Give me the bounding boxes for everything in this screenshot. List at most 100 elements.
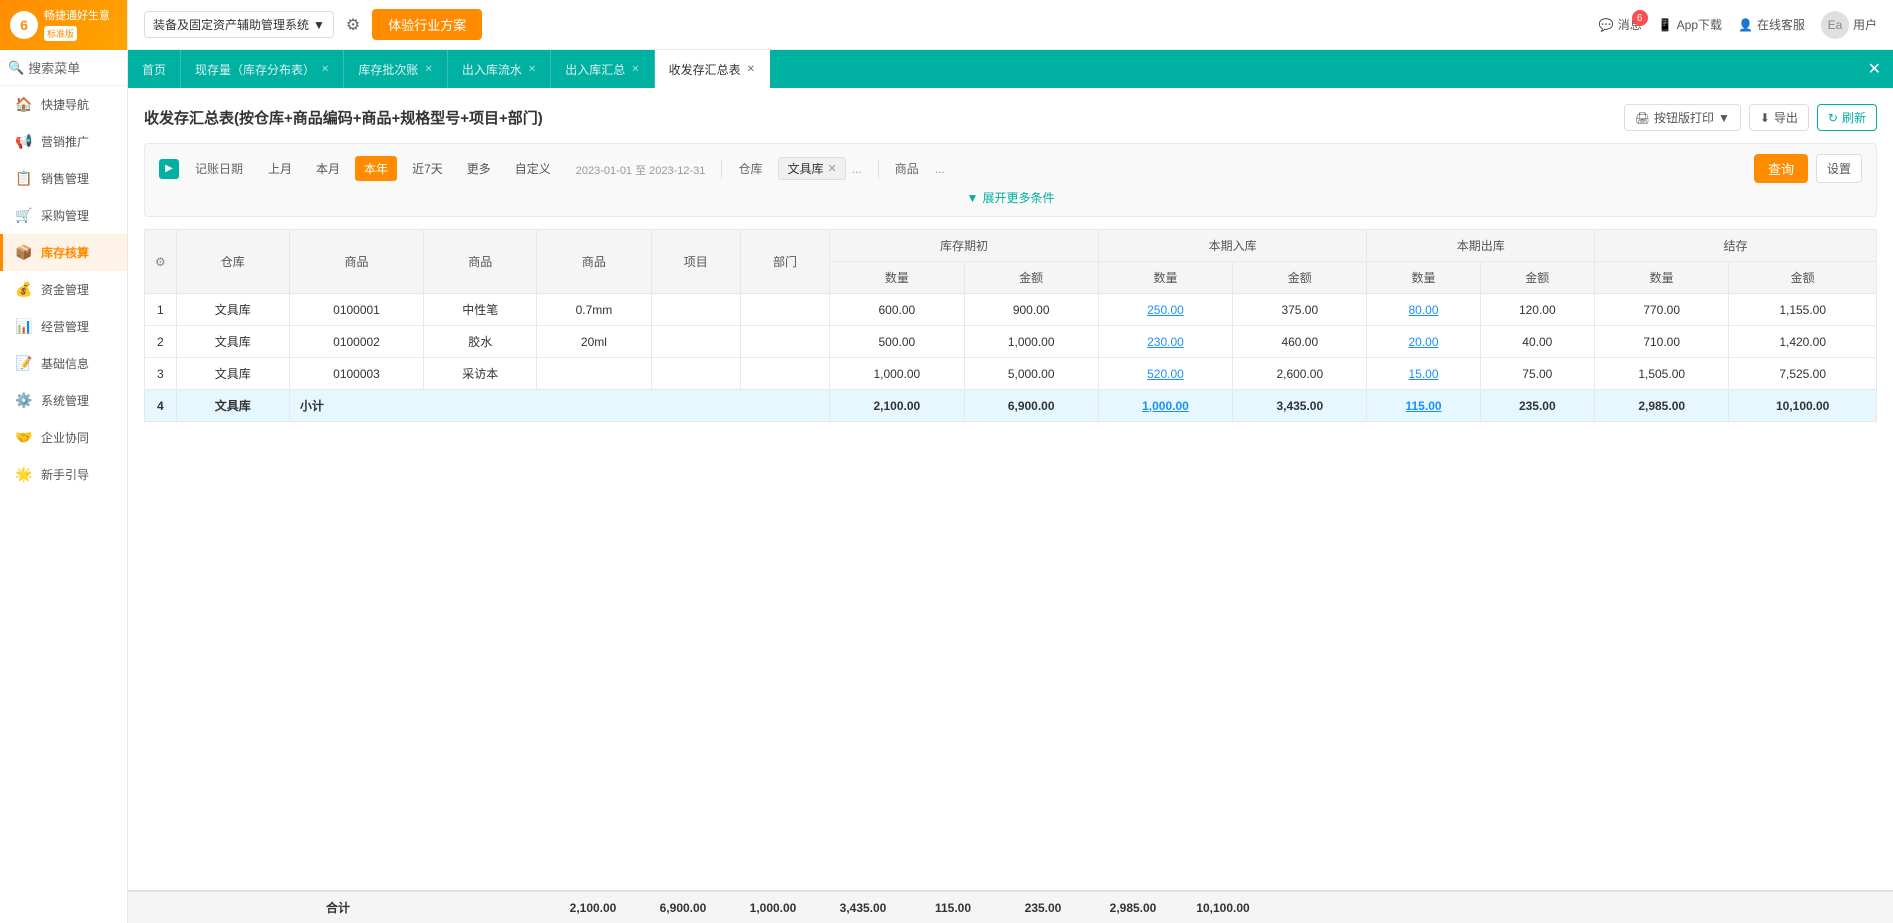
row-goods-spec	[537, 358, 651, 390]
subtotal-opening-qty: 2,100.00	[830, 390, 964, 422]
row-in-qty[interactable]: 520.00	[1098, 358, 1232, 390]
search-menu-item[interactable]: 🔍 搜索菜单	[0, 50, 127, 86]
expand-label: 展开更多条件	[982, 189, 1054, 206]
row-in-qty[interactable]: 230.00	[1098, 326, 1232, 358]
subtotal-no: 4	[145, 390, 177, 422]
total-nums: 2,100.00 6,900.00 1,000.00 3,435.00 115.…	[548, 901, 1893, 915]
col-in-period-header: 本期入库	[1098, 230, 1367, 262]
app-logo: 6	[10, 11, 38, 39]
goods-more[interactable]: ...	[935, 162, 945, 176]
online-service-item[interactable]: 👤 在线客服	[1738, 16, 1805, 33]
subtotal-row: 4 文具库 小计 2,100.00 6,900.00 1,000.00 3,43…	[145, 390, 1877, 422]
settings-icon[interactable]: ⚙	[346, 15, 360, 35]
query-button[interactable]: 查询	[1754, 154, 1808, 183]
sidebar-item-label: 经营管理	[41, 318, 89, 335]
col-in-qty-header: 数量	[1098, 262, 1232, 294]
tab-batch-account[interactable]: 库存批次账 ✕	[344, 50, 447, 88]
user-abbr: Ea	[1828, 18, 1843, 32]
row-closing-amt: 7,525.00	[1729, 358, 1877, 390]
tab-close-icon[interactable]: ✕	[424, 64, 432, 75]
sidebar-item-guide[interactable]: 🌟 新手引导	[0, 456, 127, 493]
date-btn-7days[interactable]: 近7天	[403, 156, 452, 181]
sidebar-item-cooperation[interactable]: 🤝 企业协同	[0, 419, 127, 456]
sidebar-item-marketing[interactable]: 📢 营销推广	[0, 123, 127, 160]
cooperation-icon: 🤝	[15, 429, 33, 446]
col-settings-header[interactable]: ⚙	[145, 230, 177, 294]
tab-label: 现存量（库存分布表）	[195, 61, 315, 78]
tab-in-out-summary[interactable]: 出入库汇总 ✕	[551, 50, 654, 88]
tab-inventory-dist[interactable]: 现存量（库存分布表） ✕	[181, 50, 344, 88]
filter-row-1: ▶ 记账日期 上月 本月 本年 近7天 更多 自定义 2023-01-01	[159, 154, 1862, 183]
table-settings-icon[interactable]: ⚙	[155, 255, 166, 269]
tab-close-icon[interactable]: ✕	[321, 64, 329, 75]
sidebar-item-label: 系统管理	[41, 392, 89, 409]
date-btn-this-year[interactable]: 本年	[355, 156, 397, 181]
tab-close-icon[interactable]: ✕	[747, 64, 755, 75]
subtotal-label: 小计	[289, 390, 829, 422]
app-download-item[interactable]: 📱 App下载	[1658, 16, 1722, 33]
sidebar-item-sales[interactable]: 📋 销售管理	[0, 160, 127, 197]
row-out-qty[interactable]: 80.00	[1367, 294, 1480, 326]
table-row: 1 文具库 0100001 中性笔 0.7mm 600.00 900.00 25…	[145, 294, 1877, 326]
date-btn-last-month[interactable]: 上月	[259, 156, 301, 181]
date-btn-custom[interactable]: 自定义	[506, 156, 560, 181]
tab-close-icon[interactable]: ✕	[631, 64, 639, 75]
subtotal-out-qty[interactable]: 115.00	[1367, 390, 1480, 422]
system-icon: ⚙️	[15, 392, 33, 409]
expand-icon: ▼	[967, 191, 979, 205]
total-opening-qty: 2,100.00	[548, 901, 638, 915]
warehouse-tag-remove[interactable]: ✕	[827, 162, 836, 175]
export-button[interactable]: ⬇ 导出	[1749, 104, 1809, 131]
sidebar-item-basic-info[interactable]: 📝 基础信息	[0, 345, 127, 382]
service-icon: 👤	[1738, 18, 1753, 32]
row-project	[651, 326, 740, 358]
sidebar: 6 畅捷通好生意 标准版 🔍 搜索菜单 🏠 快捷导航 📢 营销推广 📋 销售管理	[0, 0, 128, 923]
main-content: 装备及固定资产辅助管理系统 ▼ ⚙ 体验行业方案 💬 消息 6 📱 App下载 …	[128, 0, 1893, 923]
refresh-label: 刷新	[1842, 109, 1866, 126]
sidebar-item-inventory[interactable]: 📦 库存核算	[0, 234, 127, 271]
sidebar-item-purchase[interactable]: 🛒 采购管理	[0, 197, 127, 234]
row-warehouse: 文具库	[176, 358, 289, 390]
sidebar-item-label: 库存核算	[41, 244, 89, 261]
row-goods-spec: 0.7mm	[537, 294, 651, 326]
sidebar-item-finance[interactable]: 💰 资金管理	[0, 271, 127, 308]
sidebar-item-system[interactable]: ⚙️ 系统管理	[0, 382, 127, 419]
row-opening-qty: 600.00	[830, 294, 964, 326]
refresh-button[interactable]: ↻ 刷新	[1817, 104, 1877, 131]
message-item[interactable]: 💬 消息 6	[1599, 16, 1642, 33]
date-btn-more[interactable]: 更多	[458, 156, 500, 181]
expand-conditions-btn[interactable]: ▼ 展开更多条件	[159, 189, 1862, 206]
trial-button[interactable]: 体验行业方案	[372, 9, 482, 40]
tabs-close-all[interactable]: ✕	[1856, 59, 1893, 79]
tab-close-icon[interactable]: ✕	[528, 64, 536, 75]
settings-filter-button[interactable]: 设置	[1816, 154, 1862, 183]
sidebar-item-label: 基础信息	[41, 355, 89, 372]
date-btn-this-month[interactable]: 本月	[307, 156, 349, 181]
print-button[interactable]: 🖨 按钮版打印 ▼	[1624, 104, 1741, 131]
filter-collapse-btn[interactable]: ▶	[159, 159, 179, 179]
row-out-qty[interactable]: 15.00	[1367, 358, 1480, 390]
subtotal-closing-amt: 10,100.00	[1729, 390, 1877, 422]
system-selector[interactable]: 装备及固定资产辅助管理系统 ▼	[144, 11, 334, 38]
warehouse-tag[interactable]: 文具库 ✕	[778, 157, 845, 180]
row-out-amt: 75.00	[1480, 358, 1594, 390]
tab-home[interactable]: 首页	[128, 50, 181, 88]
row-closing-qty: 770.00	[1595, 294, 1729, 326]
row-out-qty[interactable]: 20.00	[1367, 326, 1480, 358]
sidebar-item-operations[interactable]: 📊 经营管理	[0, 308, 127, 345]
sidebar-item-quick-nav[interactable]: 🏠 快捷导航	[0, 86, 127, 123]
search-menu-label: 搜索菜单	[28, 58, 80, 77]
tab-recv-send-summary[interactable]: 收发存汇总表 ✕	[655, 50, 770, 88]
phone-icon: 📱	[1658, 18, 1673, 32]
row-opening-qty: 1,000.00	[830, 358, 964, 390]
warehouse-more[interactable]: ...	[852, 162, 862, 176]
user-item[interactable]: Ea 用户	[1821, 11, 1877, 39]
app-badge: 标准版	[44, 26, 77, 41]
sales-icon: 📋	[15, 170, 33, 187]
row-in-qty[interactable]: 250.00	[1098, 294, 1232, 326]
subtotal-in-qty[interactable]: 1,000.00	[1098, 390, 1232, 422]
page-content: 收发存汇总表(按仓库+商品编码+商品+规格型号+项目+部门) 🖨 按钮版打印 ▼…	[128, 88, 1893, 890]
tab-in-out-flow[interactable]: 出入库流水 ✕	[448, 50, 551, 88]
tab-label: 首页	[142, 61, 166, 78]
row-out-amt: 120.00	[1480, 294, 1594, 326]
